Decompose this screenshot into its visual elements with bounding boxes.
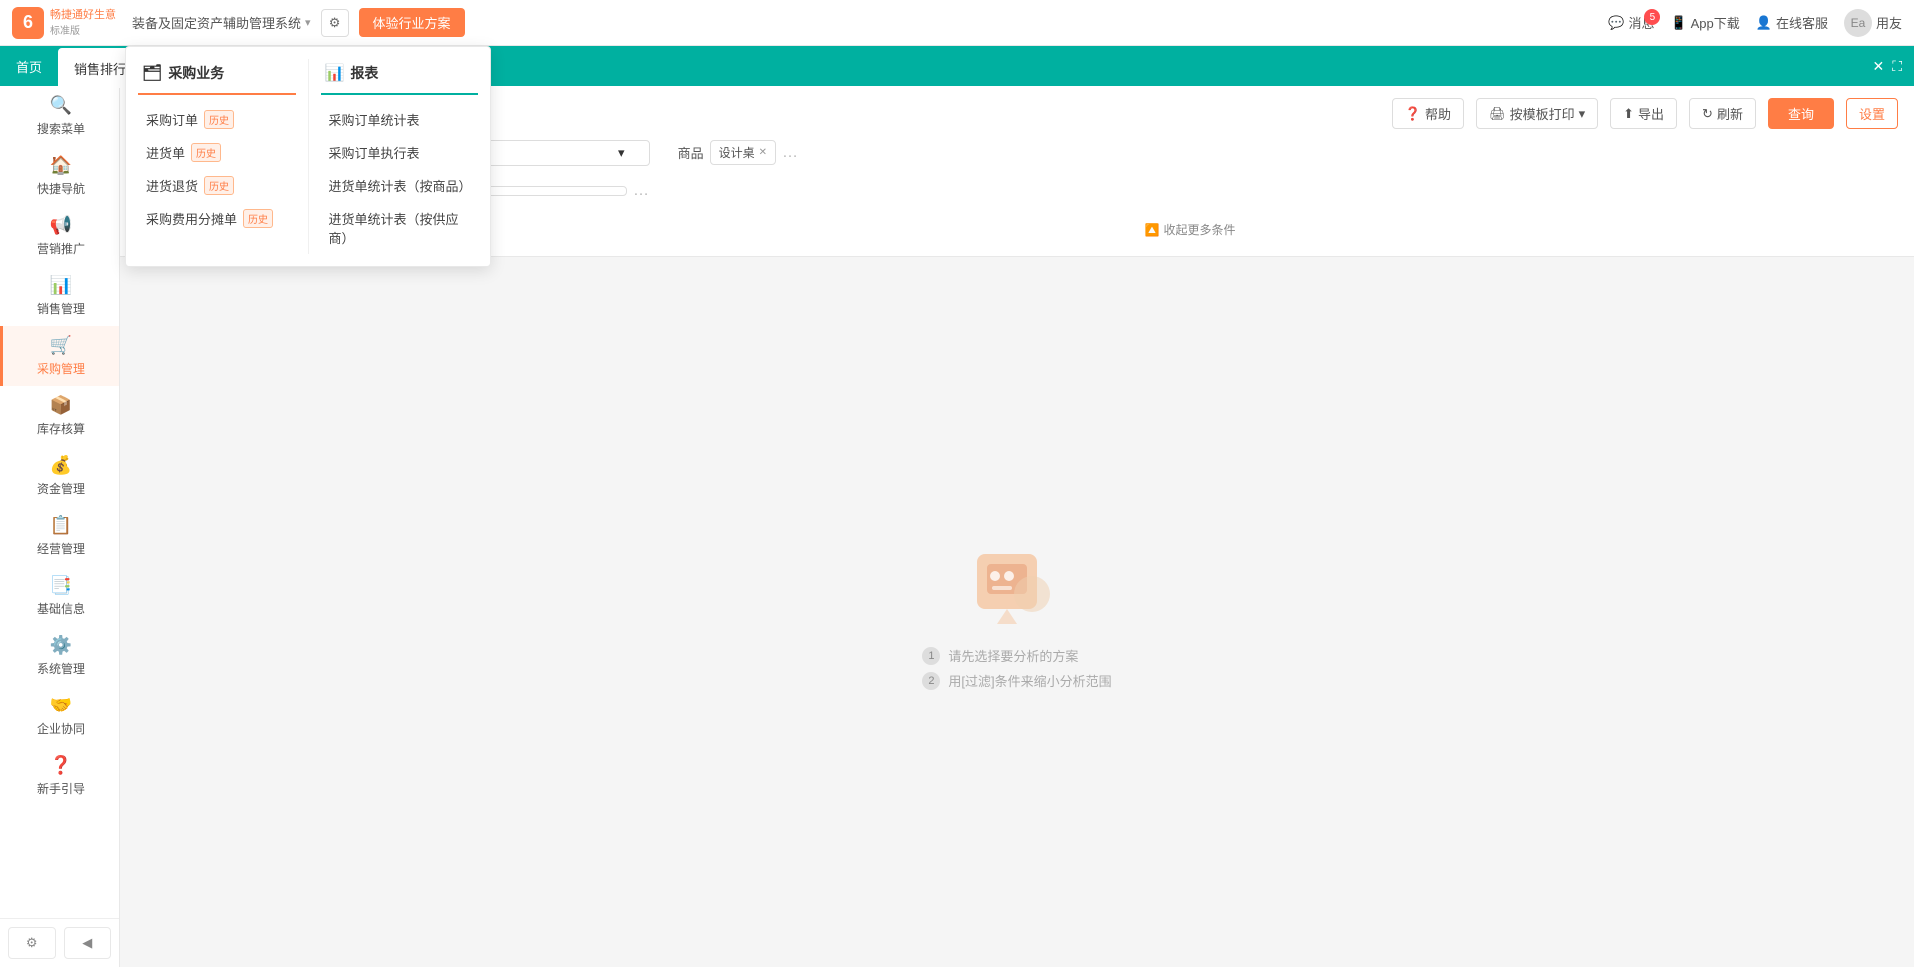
menu-item-purchase-receive[interactable]: 进货单 历史 [138,136,296,169]
sidebar-item-purchase[interactable]: 🛒 采购管理 [0,326,119,386]
purchase-section-title: 🗂 采购业务 [138,59,296,95]
system-icon: ⚙️ [50,635,72,656]
trial-button[interactable]: 体验行业方案 [359,8,465,37]
logo-icon: 6 [12,7,44,39]
salesman-more-dots[interactable]: … [633,182,649,200]
phone-icon: 📱 [1670,15,1686,31]
avatar: Ea [1844,9,1872,37]
help-icon: ❓ [1405,106,1421,122]
header-mid: 装备及固定资产辅助管理系统 ▾ ⚙ 体验行业方案 [132,8,1608,37]
sidebar-item-finance[interactable]: 💰 资金管理 [0,446,119,506]
inventory-icon: 📦 [50,395,72,416]
menu-item-order-stat[interactable]: 采购订单统计表 [321,103,479,136]
export-button[interactable]: ⬆ 导出 [1610,98,1677,129]
empty-state: 1 请先选择要分析的方案 2 用[过滤]条件来缩小分析范围 [120,257,1914,967]
home-icon: 🏠 [50,155,72,176]
status-select[interactable]: ▾ [470,140,650,166]
app-download-item[interactable]: 📱 App下载 [1670,13,1739,32]
menu-item-receive-stat-goods[interactable]: 进货单统计表（按商品） [321,169,479,202]
goods-more-dots[interactable]: … [782,144,798,162]
menu-item-receive-stat-supplier[interactable]: 进货单统计表（按供应商） [321,202,479,254]
sidebar-item-guide[interactable]: ❓ 新手引导 [0,746,119,806]
print-button[interactable]: 🖨 按模板打印 ▾ [1476,98,1598,129]
purchase-section: 🗂 采购业务 采购订单 历史 进货单 历史 进货退货 历史 采购费用分摊单 历史 [126,59,308,254]
menu-item-order-exec[interactable]: 采购订单执行表 [321,136,479,169]
empty-hint-1: 1 请先选择要分析的方案 [922,646,1111,665]
marketing-icon: 📢 [50,215,72,236]
finance-icon: 💰 [50,455,72,476]
guide-icon: ❓ [50,755,72,776]
history-badge-1: 历史 [191,143,221,162]
header-right: 💬 消息 5 📱 App下载 👤 在线客服 Ea 用友 [1608,9,1902,37]
history-badge-3: 历史 [243,209,273,228]
sidebar-item-basic-info[interactable]: 📑 基础信息 [0,566,119,626]
logo-area: 6 畅捷通好生意 标准版 [12,7,132,39]
purchase-section-icon: 🗂 [142,63,162,83]
export-icon: ⬆ [1623,106,1634,122]
sales-icon: 📊 [50,275,72,296]
collapse-icon: 🔼 [1145,223,1160,237]
goods-label: 商品 [678,143,704,162]
sidebar-item-search[interactable]: 🔍 搜索菜单 [0,86,119,146]
close-window-icon[interactable]: ✕ [1872,58,1884,75]
sidebar-item-marketing[interactable]: 📢 营销推广 [0,206,119,266]
sidebar-item-quick-nav[interactable]: 🏠 快捷导航 [0,146,119,206]
report-section-title: 📊 报表 [321,59,479,95]
sidebar-item-coop[interactable]: 🤝 企业协同 [0,686,119,746]
empty-hint-2: 2 用[过滤]条件来缩小分析范围 [922,671,1111,690]
online-service-item[interactable]: 👤 在线客服 [1756,13,1828,32]
user-item[interactable]: Ea 用友 [1844,9,1902,37]
history-badge-2: 历史 [204,176,234,195]
coop-icon: 🤝 [50,695,72,716]
tab-home[interactable]: 首页 [0,46,58,86]
sidebar-item-operations[interactable]: 📋 经营管理 [0,506,119,566]
sidebar-item-inventory[interactable]: 📦 库存核算 [0,386,119,446]
goods-tag-remove-icon[interactable]: ✕ [759,147,767,158]
hint-num-2: 2 [922,672,940,690]
report-section-icon: 📊 [325,63,345,83]
print-chevron-icon: ▾ [1579,106,1586,122]
goods-tag[interactable]: 设计桌 ✕ [710,140,776,165]
basic-info-icon: 📑 [50,575,72,596]
print-icon: 🖨 [1489,106,1506,122]
system-name[interactable]: 装备及固定资产辅助管理系统 ▾ [132,13,311,32]
query-button[interactable]: 查询 [1768,98,1834,129]
status-chevron-icon: ▾ [618,145,625,161]
settings-filter-button[interactable]: 设置 [1846,98,1898,129]
refresh-button[interactable]: ↻ 刷新 [1689,98,1756,129]
hint-num-1: 1 [922,647,940,665]
maximize-icon[interactable]: ⛶ [1892,58,1902,75]
message-badge: 5 [1644,9,1660,25]
chevron-down-icon: ▾ [305,16,311,29]
sidebar-bottom: ⚙ ◀ [0,918,119,967]
service-icon: 👤 [1756,15,1772,31]
sidebar-collapse-btn[interactable]: ◀ [64,927,112,959]
empty-illustration [957,534,1077,634]
logo-sub: 标准版 [50,22,116,37]
empty-hints: 1 请先选择要分析的方案 2 用[过滤]条件来缩小分析范围 [922,646,1111,690]
search-icon: 🔍 [50,95,72,116]
report-section: 📊 报表 采购订单统计表 采购订单执行表 进货单统计表（按商品） 进货单统计表（… [308,59,491,254]
history-badge-0: 历史 [204,110,234,129]
logo-text: 畅捷通好生意 [50,8,116,22]
refresh-icon: ↻ [1702,106,1713,122]
help-button[interactable]: ❓ 帮助 [1392,98,1464,129]
sidebar-item-sales[interactable]: 📊 销售管理 [0,266,119,326]
message-item[interactable]: 💬 消息 5 [1608,13,1654,32]
top-header: 6 畅捷通好生意 标准版 装备及固定资产辅助管理系统 ▾ ⚙ 体验行业方案 💬 … [0,0,1914,46]
menu-item-purchase-order[interactable]: 采购订单 历史 [138,103,296,136]
operations-icon: 📋 [50,515,72,536]
dropdown-overlay: 🗂 采购业务 采购订单 历史 进货单 历史 进货退货 历史 采购费用分摊单 历史 [125,46,491,267]
popup-menu: 🗂 采购业务 采购订单 历史 进货单 历史 进货退货 历史 采购费用分摊单 历史 [125,46,491,267]
sidebar-item-system[interactable]: ⚙️ 系统管理 [0,626,119,686]
menu-item-purchase-cost[interactable]: 采购费用分摊单 历史 [138,202,296,235]
menu-item-purchase-return[interactable]: 进货退货 历史 [138,169,296,202]
purchase-icon: 🛒 [50,335,72,356]
sidebar: 🔍 搜索菜单 🏠 快捷导航 📢 营销推广 📊 销售管理 🛒 采购管理 📦 库存核… [0,86,120,967]
collapse-btn[interactable]: 🔼 收起更多条件 [1145,215,1236,244]
settings-icon[interactable]: ⚙ [321,9,349,37]
sidebar-settings-btn[interactable]: ⚙ [8,927,56,959]
tab-bar-right: ✕ ⛶ [1872,58,1914,75]
message-icon: 💬 [1608,15,1624,31]
